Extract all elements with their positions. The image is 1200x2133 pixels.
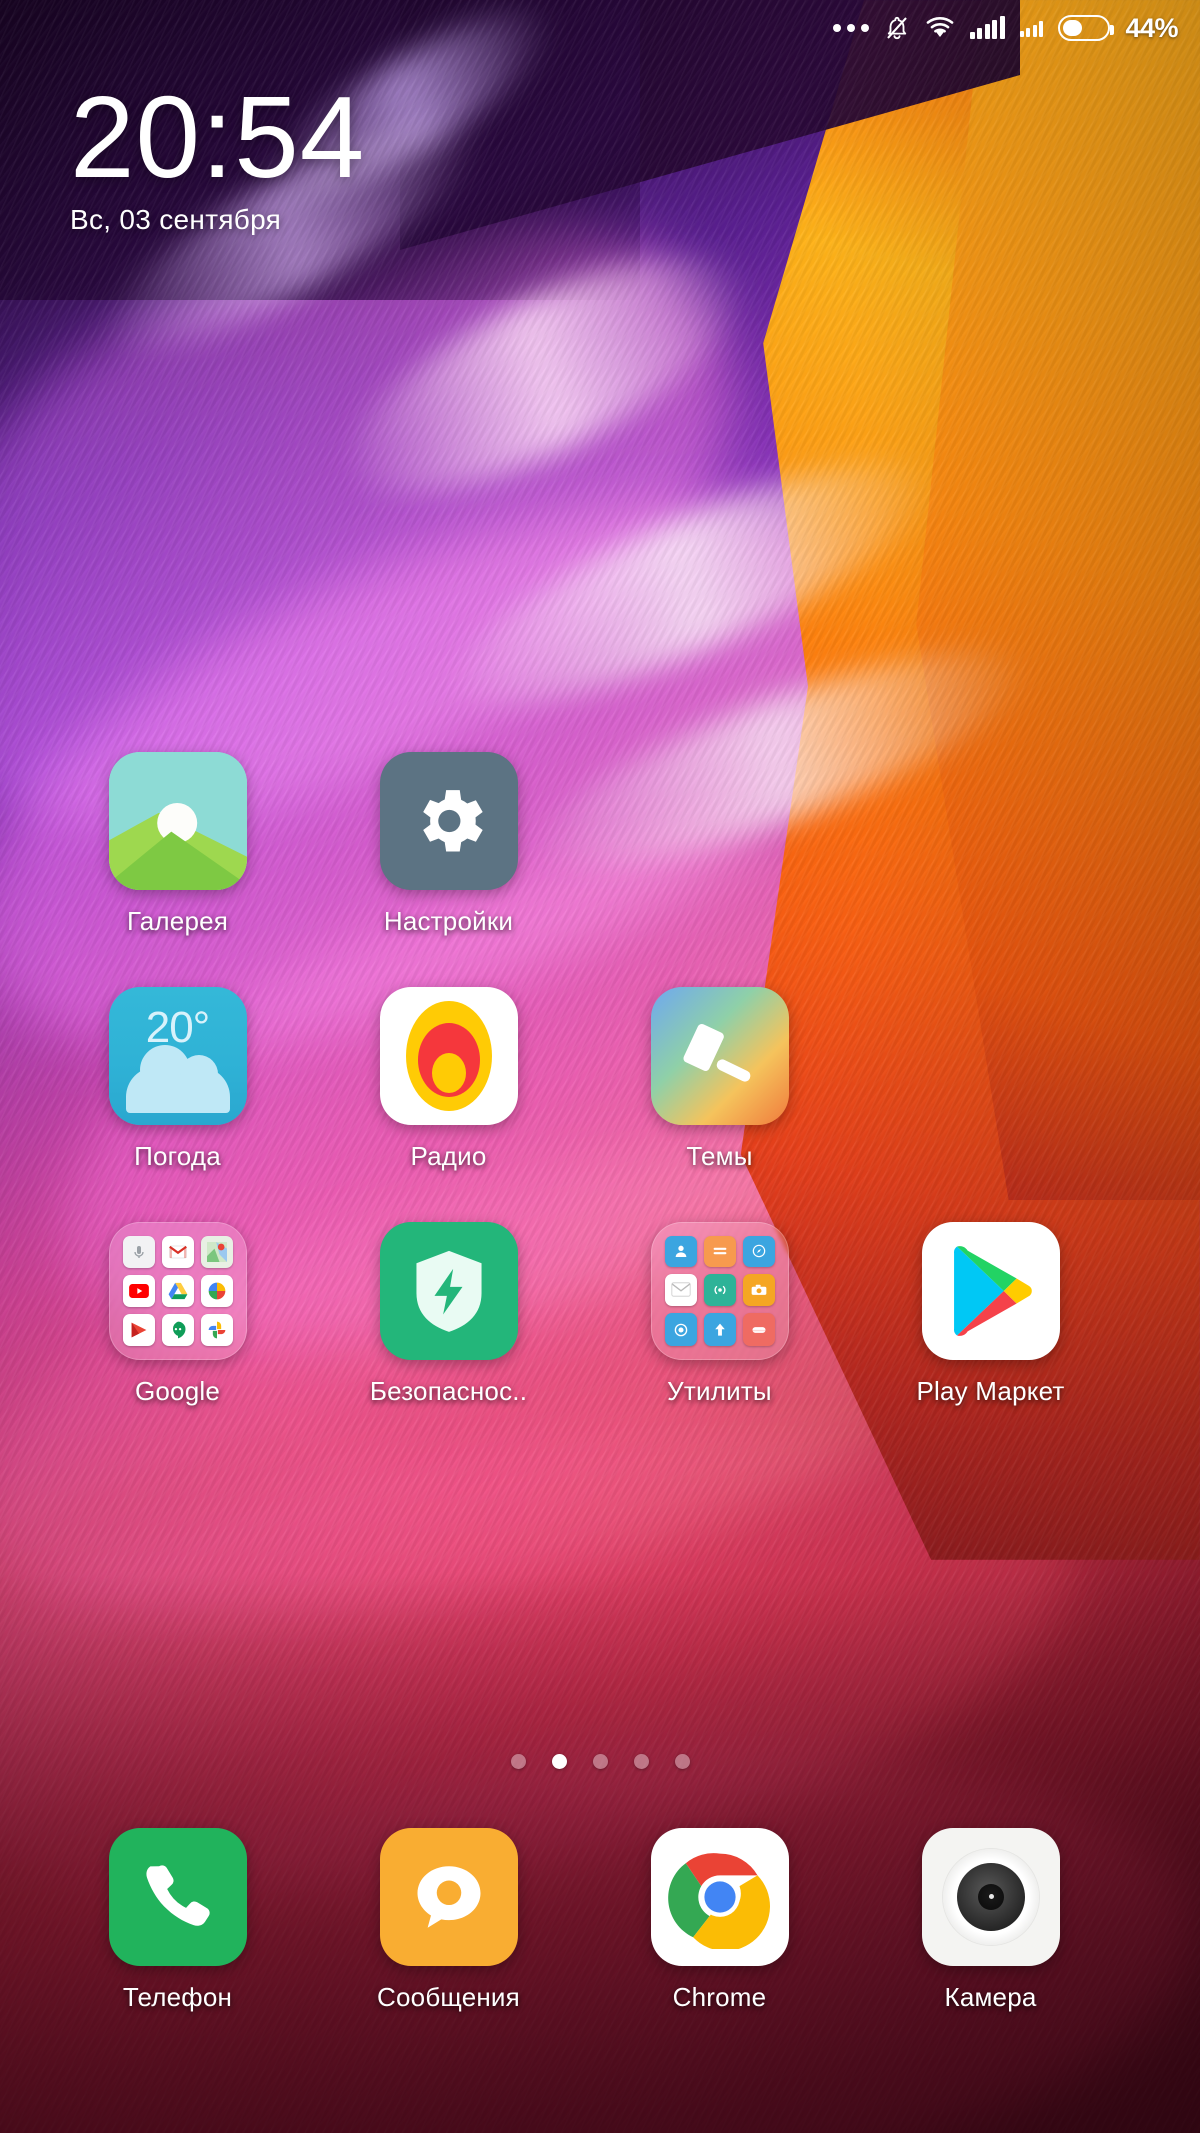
app-row-2: 20° Погода Радио Темы	[0, 987, 1200, 1172]
app-label: Галерея	[126, 906, 229, 936]
mini-notes-icon	[664, 1313, 697, 1346]
mini-google-app-icon	[122, 1236, 155, 1268]
status-bar[interactable]: 44%	[0, 0, 1200, 56]
page-indicator[interactable]	[0, 1754, 1200, 1769]
mini-gmail-icon	[161, 1236, 194, 1268]
app-row-1: Галерея Настройки	[0, 752, 1200, 937]
mini-contacts-icon	[664, 1236, 697, 1267]
mini-play-movies-icon	[122, 1314, 155, 1346]
page-dot-3[interactable]	[592, 1754, 608, 1769]
camera-icon[interactable]	[921, 1828, 1060, 1966]
radio-icon[interactable]	[379, 987, 518, 1125]
mini-updater-icon	[703, 1313, 736, 1346]
clock-date: Вс, 03 сентября	[70, 204, 282, 236]
page-dot-5[interactable]	[674, 1754, 690, 1769]
app-radio[interactable]: Радио	[313, 987, 584, 1172]
page-dot-2-active[interactable]	[551, 1754, 567, 1769]
mini-youtube-icon	[122, 1275, 155, 1307]
gallery-icon[interactable]	[108, 752, 247, 890]
utilities-folder-icon[interactable]	[650, 1222, 789, 1360]
mini-browser-icon	[742, 1313, 775, 1346]
mini-hangouts-icon	[161, 1314, 194, 1346]
weather-temperature: 20°	[145, 1003, 211, 1052]
signal-bars-sim2-icon	[1019, 19, 1044, 37]
battery-icon	[1058, 15, 1115, 41]
app-label: Утилиты	[667, 1376, 772, 1406]
page-dot-4[interactable]	[633, 1754, 649, 1769]
page-dot-1[interactable]	[510, 1754, 526, 1769]
themes-brush-icon[interactable]	[650, 987, 789, 1125]
bell-muted-icon	[884, 13, 910, 43]
app-label: Play Маркет	[916, 1376, 1065, 1406]
chrome-icon[interactable]	[650, 1828, 789, 1966]
dock-label: Сообщения	[377, 1982, 520, 2012]
mini-photos-news-icon	[200, 1275, 233, 1307]
app-themes[interactable]: Темы	[584, 987, 855, 1172]
phone-icon[interactable]	[108, 1828, 247, 1966]
home-screen: 44% 20:54 Вс, 03 сентября Галерея Настро…	[0, 0, 1200, 2133]
clock-widget[interactable]: 20:54 Вс, 03 сентября	[70, 78, 365, 236]
weather-icon[interactable]: 20°	[108, 987, 247, 1125]
mini-google-photos-icon	[200, 1314, 233, 1346]
settings-gear-icon[interactable]	[379, 752, 518, 890]
mini-maps-icon	[200, 1236, 233, 1268]
app-play-market[interactable]: Play Маркет	[855, 1222, 1126, 1407]
google-folder-icon[interactable]	[108, 1222, 247, 1360]
app-label: Google	[134, 1376, 221, 1406]
dock-item-chrome[interactable]: Chrome	[584, 1828, 855, 2013]
app-gallery[interactable]: Галерея	[42, 752, 313, 937]
mini-mail-icon	[664, 1273, 697, 1307]
wifi-icon	[925, 13, 955, 43]
app-row-3: Google Безопаснос.. Утилиты Play Маркет	[0, 1222, 1200, 1407]
mini-scanner-icon	[703, 1273, 736, 1307]
dock-label: Chrome	[672, 1982, 767, 2012]
app-label: Темы	[686, 1141, 753, 1171]
battery-percentage: 44%	[1125, 12, 1178, 43]
app-security[interactable]: Безопаснос..	[313, 1222, 584, 1407]
play-store-icon[interactable]	[921, 1222, 1060, 1360]
folder-google[interactable]: Google	[42, 1222, 313, 1407]
dock: Телефон Сообщения Chrome Камера	[0, 1828, 1200, 2013]
dock-item-messages[interactable]: Сообщения	[313, 1828, 584, 2013]
mini-recorder-icon	[742, 1273, 775, 1307]
mini-compass-icon	[742, 1236, 775, 1267]
app-label: Радио	[410, 1141, 487, 1171]
signal-bars-sim1-icon	[969, 16, 1005, 39]
more-notifications-dots-icon	[832, 13, 869, 43]
app-label: Погода	[134, 1141, 221, 1171]
app-grid: Галерея Настройки 20° Погода Радио Темы …	[0, 752, 1200, 1407]
security-shield-icon[interactable]	[379, 1222, 518, 1360]
mini-calculator-icon	[703, 1236, 736, 1267]
dock-item-phone[interactable]: Телефон	[42, 1828, 313, 2013]
app-weather[interactable]: 20° Погода	[42, 987, 313, 1172]
folder-utilities[interactable]: Утилиты	[584, 1222, 855, 1407]
dock-label: Камера	[944, 1982, 1037, 2012]
clock-time: 20:54	[70, 72, 366, 202]
app-label: Безопаснос..	[369, 1376, 528, 1406]
mini-drive-icon	[161, 1275, 194, 1307]
app-label: Настройки	[383, 906, 514, 936]
app-settings[interactable]: Настройки	[313, 752, 584, 937]
messages-icon[interactable]	[379, 1828, 518, 1966]
dock-label: Телефон	[122, 1982, 233, 2012]
dock-item-camera[interactable]: Камера	[855, 1828, 1126, 2013]
